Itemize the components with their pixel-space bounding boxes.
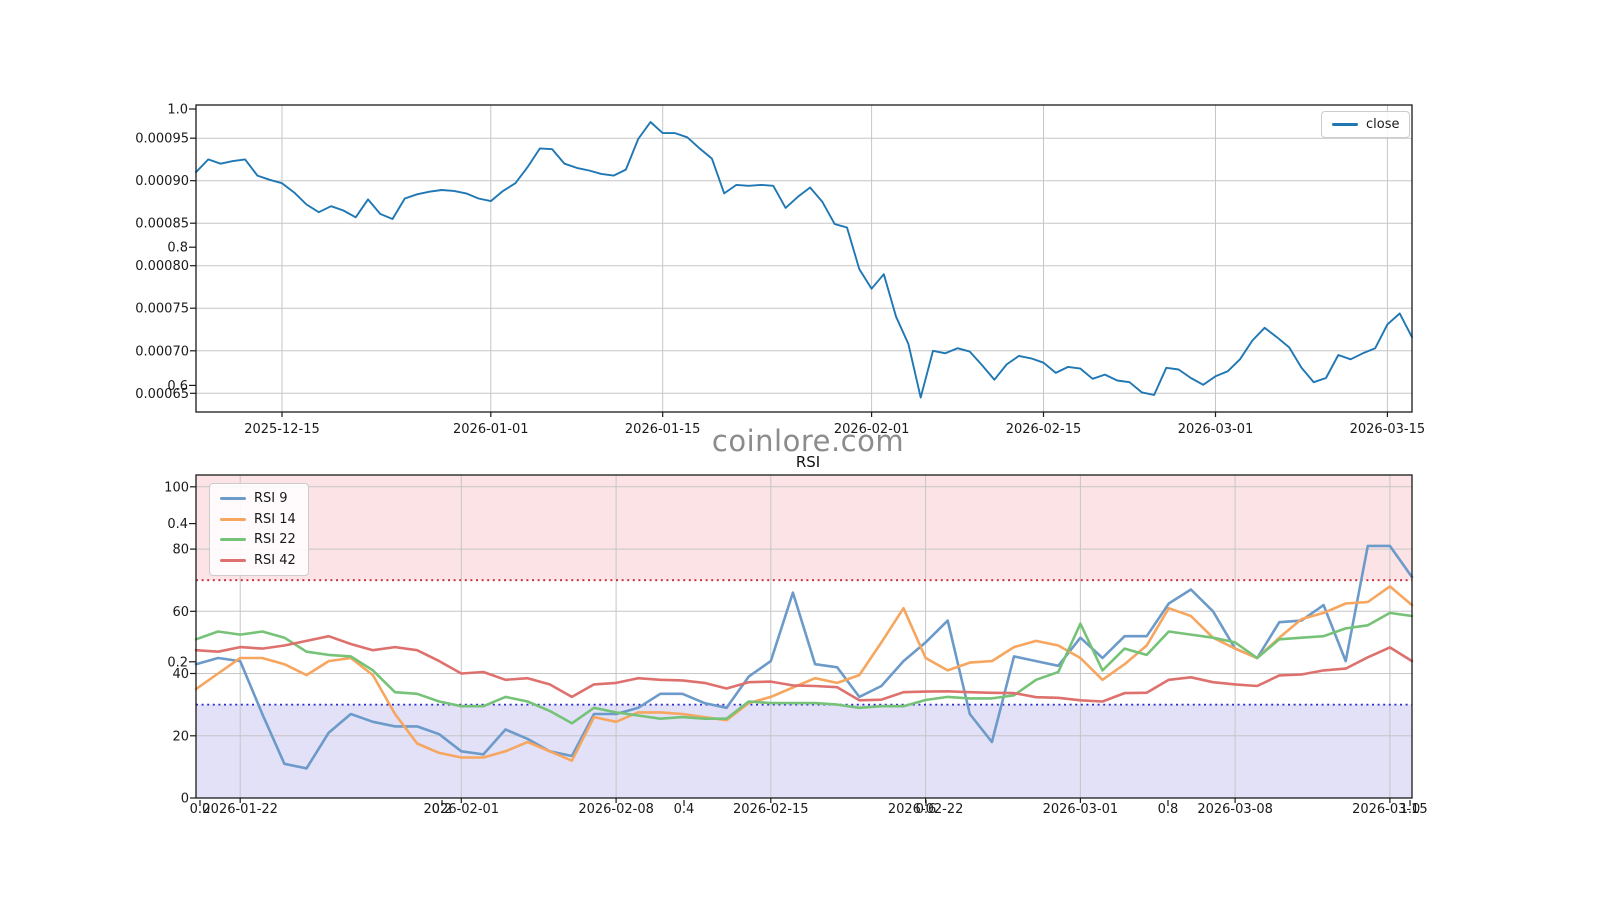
rsi-line-sample (220, 558, 246, 562)
x-tick-label: 2026-02-22 (888, 802, 964, 817)
x-tick-label: 2026-02-01 (424, 802, 500, 817)
y-tick-label: 0.00065 (135, 387, 189, 402)
watermark: coinlore.com (711, 424, 905, 458)
rsi-legend-row: RSI 14 (220, 511, 296, 529)
x-tick-label: 2026-03-15 (1352, 802, 1428, 817)
x-tick-label: 2026-03-01 (1043, 802, 1119, 817)
rsi-legend-label: RSI 9 (254, 491, 288, 507)
bg-axis-y-label: 1.0 (167, 103, 188, 118)
rsi-legend: RSI 9 RSI 14 RSI 22 RSI 42 (209, 483, 309, 576)
y-tick-label: 100 (164, 480, 189, 495)
rsi-line-sample (220, 538, 246, 542)
y-tick-label: 0.00095 (135, 132, 189, 147)
y-tick-label: 40 (172, 667, 189, 682)
bg-axis-y-label: 0.8 (167, 241, 188, 256)
y-tick-label: 0.00090 (135, 174, 189, 189)
figure: 1.0 0.8 0.6 0.4 0.2 0.0 0.2 0.4 0.6 0.8 1.0 2025-12… (0, 0, 1600, 900)
y-tick-label: 0 (181, 792, 189, 807)
rsi-legend-row: RSI 22 (220, 531, 296, 549)
x-tick-label: 2026-02-08 (578, 802, 654, 817)
rsi-line-sample (220, 517, 246, 521)
rsi-legend-label: RSI 42 (254, 552, 296, 568)
rsi-legend-row: RSI 9 (220, 490, 296, 508)
y-tick-label: 20 (172, 729, 189, 744)
x-tick-label: 2026-01-22 (202, 802, 278, 817)
overbought-band (196, 475, 1412, 581)
rsi-legend-label: RSI 14 (254, 511, 296, 527)
y-tick-label: 80 (172, 543, 189, 558)
bg-axis-x-label: 0.8 (1158, 802, 1179, 817)
rsi-panel-title: RSI (795, 453, 821, 471)
close-line-sample (1332, 123, 1358, 126)
rsi-line-sample (220, 497, 246, 501)
plot-background (196, 105, 1412, 412)
price-legend-label: close (1366, 117, 1400, 132)
y-tick-label: 0.00070 (135, 344, 189, 359)
price-legend: close (1321, 111, 1411, 138)
rsi-legend-label: RSI 22 (254, 532, 296, 548)
y-tick-label: 0.00075 (135, 302, 189, 317)
y-tick-label: 60 (172, 605, 189, 620)
y-tick-label: 0.00085 (135, 217, 189, 232)
bg-axis-y-label: 0.4 (167, 517, 188, 532)
oversold-band (196, 704, 1412, 798)
bg-axis-x-label: 0.4 (674, 802, 695, 817)
y-tick-label: 0.00080 (135, 259, 189, 274)
x-tick-label: 2026-02-15 (733, 802, 809, 817)
x-tick-label: 2026-03-08 (1197, 802, 1273, 817)
rsi-legend-row: RSI 42 (220, 552, 296, 570)
